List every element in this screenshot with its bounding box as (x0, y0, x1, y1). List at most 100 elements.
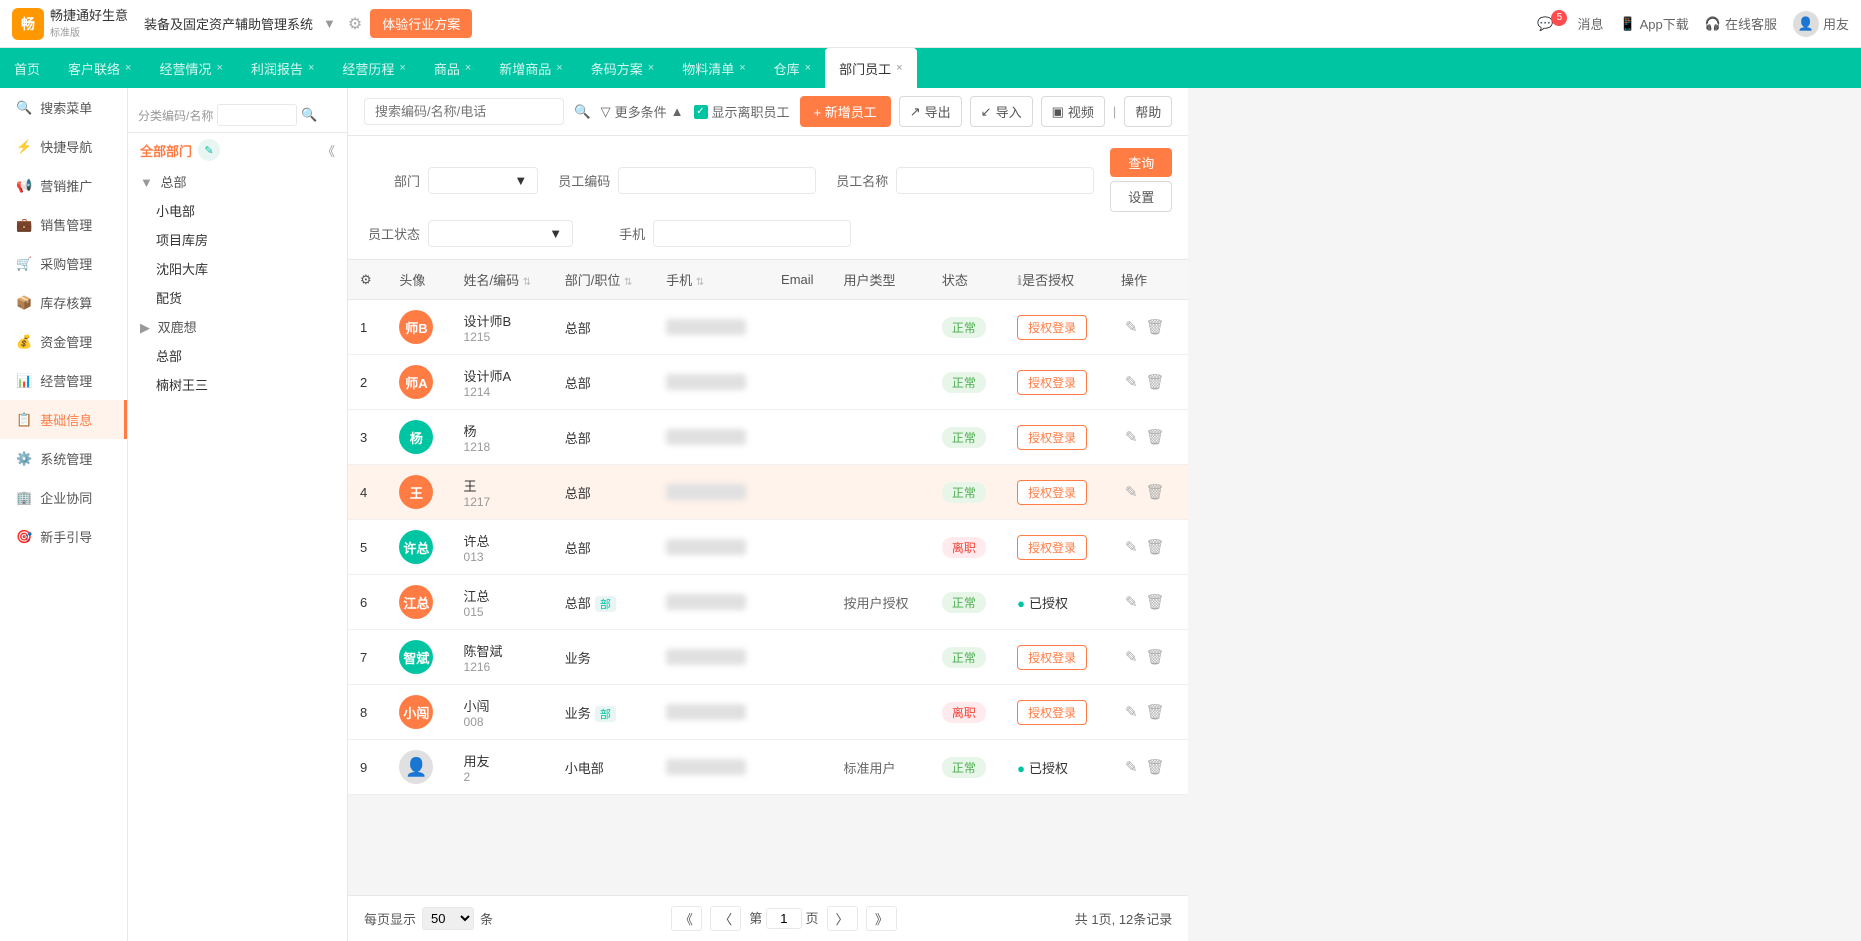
employee-search-btn[interactable]: 🔍 (574, 104, 591, 120)
tab-profit[interactable]: 利润报告 × (237, 48, 328, 88)
dept-sort-icon[interactable]: ⇅ (624, 277, 632, 288)
more-filters-btn[interactable]: ▽ 更多条件 ▲ (601, 102, 684, 121)
dept-node-zongbu-child[interactable]: 总部 (128, 341, 347, 370)
sidebar-item-system[interactable]: ⚙️ 系统管理 (0, 439, 127, 478)
tab-home[interactable]: 首页 (0, 48, 54, 88)
setting-btn[interactable]: 设置 (1110, 181, 1172, 212)
app-download-btn[interactable]: 📱 App下载 (1619, 14, 1688, 33)
prev-page-btn[interactable]: 〈 (710, 906, 741, 931)
add-employee-btn[interactable]: + 新增员工 (800, 96, 891, 127)
tab-bom-close[interactable]: × (739, 62, 745, 74)
dept-node-xiaodian[interactable]: 小电部 (128, 196, 347, 225)
dept-node-shuanglu[interactable]: ▶ 双鹿想 (128, 312, 347, 341)
tab-operation-close[interactable]: × (216, 62, 222, 74)
tab-add-goods[interactable]: 新增商品 × (485, 48, 576, 88)
employee-search-input[interactable] (364, 98, 564, 125)
sidebar-item-search[interactable]: 🔍 搜索菜单 (0, 88, 127, 127)
emp-status-select[interactable]: ▼ (428, 220, 573, 247)
auth-btn[interactable]: 授权登录 (1017, 370, 1087, 395)
sidebar-item-shortcut[interactable]: ⚡ 快捷导航 (0, 127, 127, 166)
tab-goods-close[interactable]: × (465, 62, 471, 74)
auth-btn[interactable]: 授权登录 (1017, 700, 1087, 725)
help-btn[interactable]: 帮助 (1124, 96, 1172, 127)
import-btn[interactable]: ↙ 导入 (970, 96, 1033, 127)
phone-input[interactable] (653, 220, 851, 247)
dept-filter-select[interactable]: ▼ (428, 167, 538, 194)
sidebar-item-sales[interactable]: 💼 销售管理 (0, 205, 127, 244)
more-actions-btn[interactable]: | (1113, 104, 1116, 119)
trial-btn[interactable]: 体验行业方案 (370, 9, 472, 38)
delete-btn[interactable]: 🗑 (1142, 316, 1169, 338)
edit-btn[interactable]: ✎ (1121, 756, 1142, 778)
settings-icon[interactable]: ⚙ (348, 14, 362, 34)
sidebar-item-company[interactable]: 🏢 企业协同 (0, 478, 127, 517)
search-submit-btn[interactable]: 查询 (1110, 148, 1172, 177)
auth-btn[interactable]: 授权登录 (1017, 535, 1087, 560)
auth-btn[interactable]: 授权登录 (1017, 315, 1087, 340)
tab-employees[interactable]: 部门员工 × (825, 48, 916, 88)
tab-barcode-close[interactable]: × (648, 62, 654, 74)
page-number-input[interactable] (766, 908, 802, 929)
tab-barcode[interactable]: 条码方案 × (577, 48, 668, 88)
view-btn[interactable]: ▣ 视频 (1041, 96, 1105, 127)
edit-btn[interactable]: ✎ (1121, 591, 1142, 613)
tab-employees-close[interactable]: × (896, 62, 902, 74)
next-page-btn[interactable]: 〉 (827, 906, 858, 931)
delete-btn[interactable]: 🗑 (1142, 701, 1169, 723)
dept-node-shenyang[interactable]: 沈阳大库 (128, 254, 347, 283)
delete-btn[interactable]: 🗑 (1142, 426, 1169, 448)
show-resign-toggle[interactable]: ✓ 显示离职员工 (694, 102, 790, 121)
delete-btn[interactable]: 🗑 (1142, 756, 1169, 778)
dept-node-nanshuwangsan[interactable]: 楠树王三 (128, 370, 347, 399)
tab-warehouse[interactable]: 仓库 × (760, 48, 825, 88)
dept-node-zongbu-parent[interactable]: ▼ 总部 (128, 167, 347, 196)
edit-btn[interactable]: ✎ (1121, 701, 1142, 723)
delete-btn[interactable]: 🗑 (1142, 536, 1169, 558)
phone-sort-icon[interactable]: ⇅ (696, 277, 704, 288)
dept-node-peihuo[interactable]: 配货 (128, 283, 347, 312)
sidebar-item-finance[interactable]: 💰 资金管理 (0, 322, 127, 361)
auth-btn[interactable]: 授权登录 (1017, 645, 1087, 670)
edit-btn[interactable]: ✎ (1121, 536, 1142, 558)
sidebar-item-purchase[interactable]: 🛒 采购管理 (0, 244, 127, 283)
auth-btn[interactable]: 授权登录 (1017, 480, 1087, 505)
dept-edit-btn[interactable]: ✎ (198, 139, 220, 161)
tab-add-goods-close[interactable]: × (556, 62, 562, 74)
sidebar-item-operation[interactable]: 📊 经营管理 (0, 361, 127, 400)
first-page-btn[interactable]: 《 (671, 906, 702, 931)
last-page-btn[interactable]: 》 (866, 906, 897, 931)
dept-search-input[interactable] (217, 104, 297, 126)
tab-history[interactable]: 经营历程 × (328, 48, 419, 88)
user-area[interactable]: 👤 用友 (1793, 11, 1849, 37)
dept-collapse-btn[interactable]: 《 (322, 141, 335, 160)
tab-warehouse-close[interactable]: × (805, 62, 811, 74)
sidebar-item-marketing[interactable]: 📢 营销推广 (0, 166, 127, 205)
col-gear[interactable]: ⚙ (348, 260, 387, 300)
edit-btn[interactable]: ✎ (1121, 426, 1142, 448)
edit-btn[interactable]: ✎ (1121, 316, 1142, 338)
dept-search-icon[interactable]: 🔍 (301, 107, 317, 123)
delete-btn[interactable]: 🗑 (1142, 371, 1169, 393)
system-dropdown-icon[interactable]: ▼ (323, 16, 336, 31)
tab-operation[interactable]: 经营情况 × (145, 48, 236, 88)
tab-history-close[interactable]: × (399, 62, 405, 74)
auth-btn[interactable]: 授权登录 (1017, 425, 1087, 450)
delete-btn[interactable]: 🗑 (1142, 481, 1169, 503)
online-service-btn[interactable]: 🎧 在线客服 (1705, 14, 1777, 33)
message-btn[interactable]: 💬 5 消息 (1537, 14, 1603, 33)
emp-name-input[interactable] (896, 167, 1094, 194)
tab-customer[interactable]: 客户联络 × (54, 48, 145, 88)
tab-bom[interactable]: 物料清单 × (668, 48, 759, 88)
per-page-select[interactable]: 50 100 (422, 907, 474, 930)
dept-node-xiangmu[interactable]: 项目库房 (128, 225, 347, 254)
dept-all-btn[interactable]: 全部部门 (140, 141, 192, 160)
sidebar-item-basic[interactable]: 📋 基础信息 (0, 400, 127, 439)
edit-btn[interactable]: ✎ (1121, 481, 1142, 503)
edit-btn[interactable]: ✎ (1121, 646, 1142, 668)
emp-code-input[interactable] (618, 167, 816, 194)
sidebar-item-guide[interactable]: 🎯 新手引导 (0, 517, 127, 556)
export-btn[interactable]: ↗ 导出 (899, 96, 962, 127)
delete-btn[interactable]: 🗑 (1142, 591, 1169, 613)
delete-btn[interactable]: 🗑 (1142, 646, 1169, 668)
tab-customer-close[interactable]: × (125, 62, 131, 74)
